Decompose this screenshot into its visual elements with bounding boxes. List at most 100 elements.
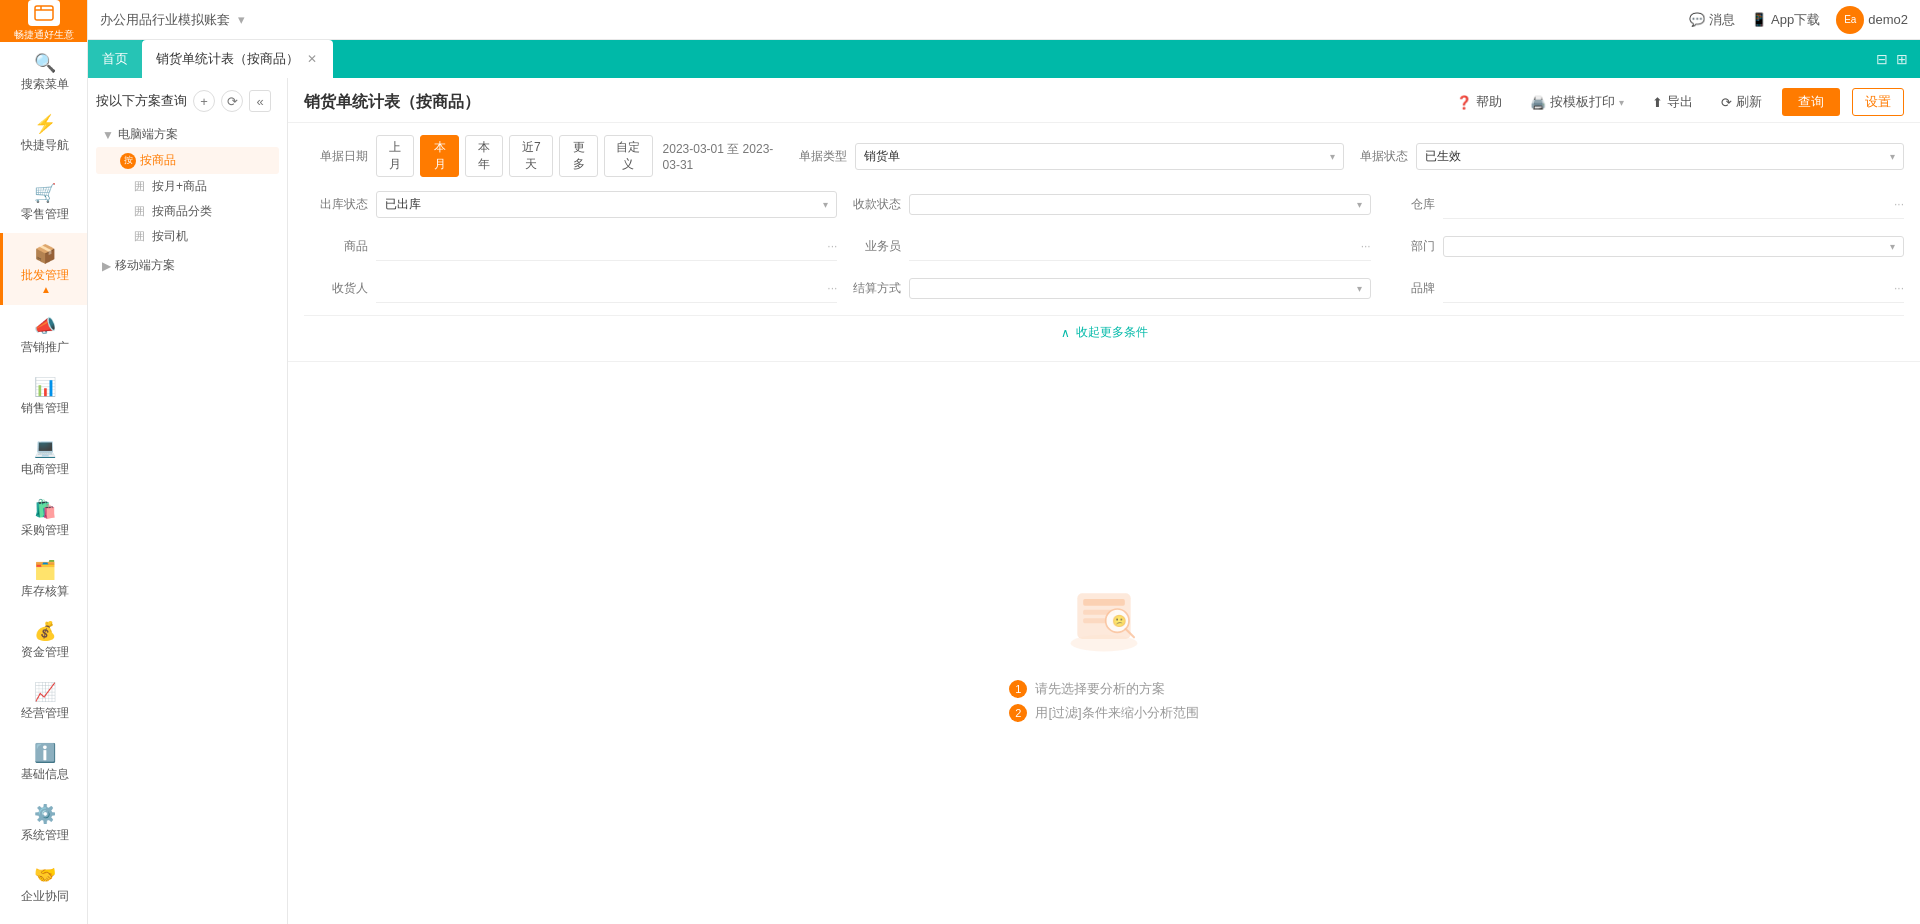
payment-status-select[interactable]: ▾ bbox=[909, 194, 1370, 215]
out-status-select[interactable]: 已出库 ▾ bbox=[376, 191, 837, 218]
payment-method-select[interactable]: ▾ bbox=[909, 278, 1370, 299]
tab-home[interactable]: 首页 bbox=[88, 40, 142, 78]
svg-rect-5 bbox=[1083, 599, 1125, 606]
operations-icon: 📈 bbox=[34, 681, 56, 703]
empty-state-icon: 😕 bbox=[1054, 564, 1154, 664]
dept-field: ▾ bbox=[1443, 231, 1904, 261]
filter-row-4: 收货人 ··· 结算方式 ▾ 品牌 bbox=[304, 273, 1904, 303]
add-scheme-btn[interactable]: + bbox=[193, 90, 215, 112]
inventory-icon: 🗂️ bbox=[34, 559, 56, 581]
date-btn-this-year[interactable]: 本年 bbox=[465, 135, 503, 177]
brand-label: 品牌 bbox=[1371, 280, 1443, 297]
settings-btn[interactable]: 设置 bbox=[1852, 88, 1904, 116]
sidebar-item-retail[interactable]: 🛒 零售管理 bbox=[0, 172, 88, 233]
tree-item-by-category[interactable]: 囲 按商品分类 bbox=[96, 199, 279, 224]
doc-type-value: 销货单 bbox=[864, 148, 900, 165]
date-btn-last-7-days[interactable]: 近7天 bbox=[509, 135, 553, 177]
export-btn[interactable]: ⬆ 导出 bbox=[1644, 89, 1701, 115]
app-download-btn[interactable]: 📱 App下载 bbox=[1751, 11, 1820, 29]
sidebar-item-quick-nav[interactable]: ⚡ 快捷导航 bbox=[0, 103, 88, 164]
sidebar-item-finance[interactable]: 💰 资金管理 bbox=[0, 610, 88, 671]
export-label: 导出 bbox=[1667, 93, 1693, 111]
receiver-select[interactable]: ··· bbox=[376, 273, 837, 303]
svg-rect-0 bbox=[35, 6, 53, 20]
user-name: demo2 bbox=[1868, 12, 1908, 27]
tree-sub-icon-category: 囲 bbox=[132, 205, 146, 219]
date-btn-last-month[interactable]: 上月 bbox=[376, 135, 414, 177]
tree-item-by-goods[interactable]: 按 按商品 bbox=[96, 147, 279, 174]
payment-method-field: ▾ bbox=[909, 273, 1370, 303]
tree-expand-icon-mobile: ▶ bbox=[102, 259, 111, 273]
workspace-name: 办公用品行业模拟账套 bbox=[100, 11, 230, 29]
doc-status-select[interactable]: 已生效 ▾ bbox=[1416, 143, 1904, 170]
sidebar-item-wholesale[interactable]: 📦 批发管理 ▲ bbox=[0, 233, 88, 305]
sidebar-item-basic-info[interactable]: ℹ️ 基础信息 bbox=[0, 732, 88, 793]
user-avatar: Ea bbox=[1836, 6, 1864, 34]
date-btn-this-month[interactable]: 本月 bbox=[420, 135, 458, 177]
refresh-scheme-btn[interactable]: ⟳ bbox=[221, 90, 243, 112]
tree-item-by-month-goods[interactable]: 囲 按月+商品 bbox=[96, 174, 279, 199]
quick-nav-icon: ⚡ bbox=[34, 113, 56, 135]
dept-label: 部门 bbox=[1371, 238, 1443, 255]
tree-section-desktop-label: 电脑端方案 bbox=[118, 126, 178, 143]
template-print-btn[interactable]: 🖨️ 按模板打印 ▾ bbox=[1522, 89, 1632, 115]
help-icon: ❓ bbox=[1456, 95, 1472, 110]
sidebar-item-sales[interactable]: 📊 销售管理 bbox=[0, 366, 88, 427]
tab-maximize-btn[interactable]: ⊞ bbox=[1896, 51, 1908, 67]
sidebar-item-guide[interactable]: 🎯 新手引导 bbox=[0, 915, 88, 924]
sidebar-item-inventory[interactable]: 🗂️ 库存核算 bbox=[0, 549, 88, 610]
tree-item-by-driver[interactable]: 囲 按司机 bbox=[96, 224, 279, 249]
query-btn[interactable]: 查询 bbox=[1782, 88, 1840, 116]
tree-item-by-category-label: 按商品分类 bbox=[152, 203, 212, 220]
sidebar-item-system[interactable]: ⚙️ 系统管理 bbox=[0, 793, 88, 854]
goods-select[interactable]: ··· bbox=[376, 231, 837, 261]
tree-item-icon-by-goods: 按 bbox=[120, 153, 136, 169]
tab-sales-stats[interactable]: 销货单统计表（按商品） ✕ bbox=[142, 40, 333, 78]
sidebar-item-search[interactable]: 🔍 搜索菜单 bbox=[0, 42, 88, 103]
user-profile-btn[interactable]: Ea demo2 bbox=[1836, 6, 1908, 34]
receiver-field: ··· bbox=[376, 273, 837, 303]
dept-select[interactable]: ▾ bbox=[1443, 236, 1904, 257]
filter-row-2: 出库状态 已出库 ▾ 收款状态 ▾ 仓库 bbox=[304, 189, 1904, 219]
tree-section-mobile-label: 移动端方案 bbox=[115, 257, 175, 274]
tab-minimize-btn[interactable]: ⊟ bbox=[1876, 51, 1888, 67]
doc-type-field: 销货单 ▾ bbox=[855, 141, 1343, 171]
help-btn[interactable]: ❓ 帮助 bbox=[1448, 89, 1510, 115]
tab-home-label: 首页 bbox=[102, 50, 128, 68]
sidebar-item-operations[interactable]: 📈 经营管理 bbox=[0, 671, 88, 732]
date-btn-custom[interactable]: 自定义 bbox=[604, 135, 653, 177]
retail-icon: 🛒 bbox=[34, 182, 56, 204]
brand-field: ··· bbox=[1443, 273, 1904, 303]
doc-status-label: 单据状态 bbox=[1344, 148, 1416, 165]
wholesale-icon: 📦 bbox=[34, 243, 56, 265]
template-print-label: 按模板打印 bbox=[1550, 93, 1615, 111]
collapse-filters-btn[interactable]: ∧ 收起更多条件 bbox=[304, 315, 1904, 349]
workspace-dropdown-icon[interactable]: ▾ bbox=[238, 12, 245, 27]
brand-select[interactable]: ··· bbox=[1443, 273, 1904, 303]
tree-item-by-month-goods-label: 按月+商品 bbox=[152, 178, 207, 195]
receiver-more-icon: ··· bbox=[827, 281, 837, 295]
sidebar-item-collab[interactable]: 🤝 企业协同 bbox=[0, 854, 88, 915]
warehouse-more-icon: ··· bbox=[1894, 197, 1904, 211]
page-header: 销货单统计表（按商品） ❓ 帮助 🖨️ 按模板打印 ▾ ⬆ 导出 bbox=[288, 78, 1920, 123]
tree-section-mobile-header[interactable]: ▶ 移动端方案 bbox=[96, 253, 279, 278]
warehouse-select[interactable]: ··· bbox=[1443, 189, 1904, 219]
topbar-right: 💬 消息 📱 App下载 Ea demo2 bbox=[1689, 6, 1908, 34]
date-btn-more[interactable]: 更多 bbox=[559, 135, 597, 177]
refresh-btn[interactable]: ⟳ 刷新 bbox=[1713, 89, 1770, 115]
doc-type-select[interactable]: 销货单 ▾ bbox=[855, 143, 1343, 170]
message-btn[interactable]: 💬 消息 bbox=[1689, 11, 1735, 29]
topbar: 办公用品行业模拟账套 ▾ 💬 消息 📱 App下载 Ea demo2 bbox=[88, 0, 1920, 40]
tip-num-1: 1 bbox=[1009, 680, 1027, 698]
collapse-panel-btn[interactable]: « bbox=[249, 90, 271, 112]
tab-close-btn[interactable]: ✕ bbox=[305, 50, 319, 68]
sidebar-item-ecommerce[interactable]: 💻 电商管理 bbox=[0, 427, 88, 488]
sidebar-item-purchase[interactable]: 🛍️ 采购管理 bbox=[0, 488, 88, 549]
collab-icon: 🤝 bbox=[34, 864, 56, 886]
sidebar-item-basic-info-label: 基础信息 bbox=[21, 766, 69, 783]
salesman-select[interactable]: ··· bbox=[909, 231, 1370, 261]
tree-sub-icon-month: 囲 bbox=[132, 180, 146, 194]
tree-section-desktop-header[interactable]: ▼ 电脑端方案 bbox=[96, 122, 279, 147]
sidebar-item-marketing[interactable]: 📣 营销推广 bbox=[0, 305, 88, 366]
sidebar-item-finance-label: 资金管理 bbox=[21, 644, 69, 661]
